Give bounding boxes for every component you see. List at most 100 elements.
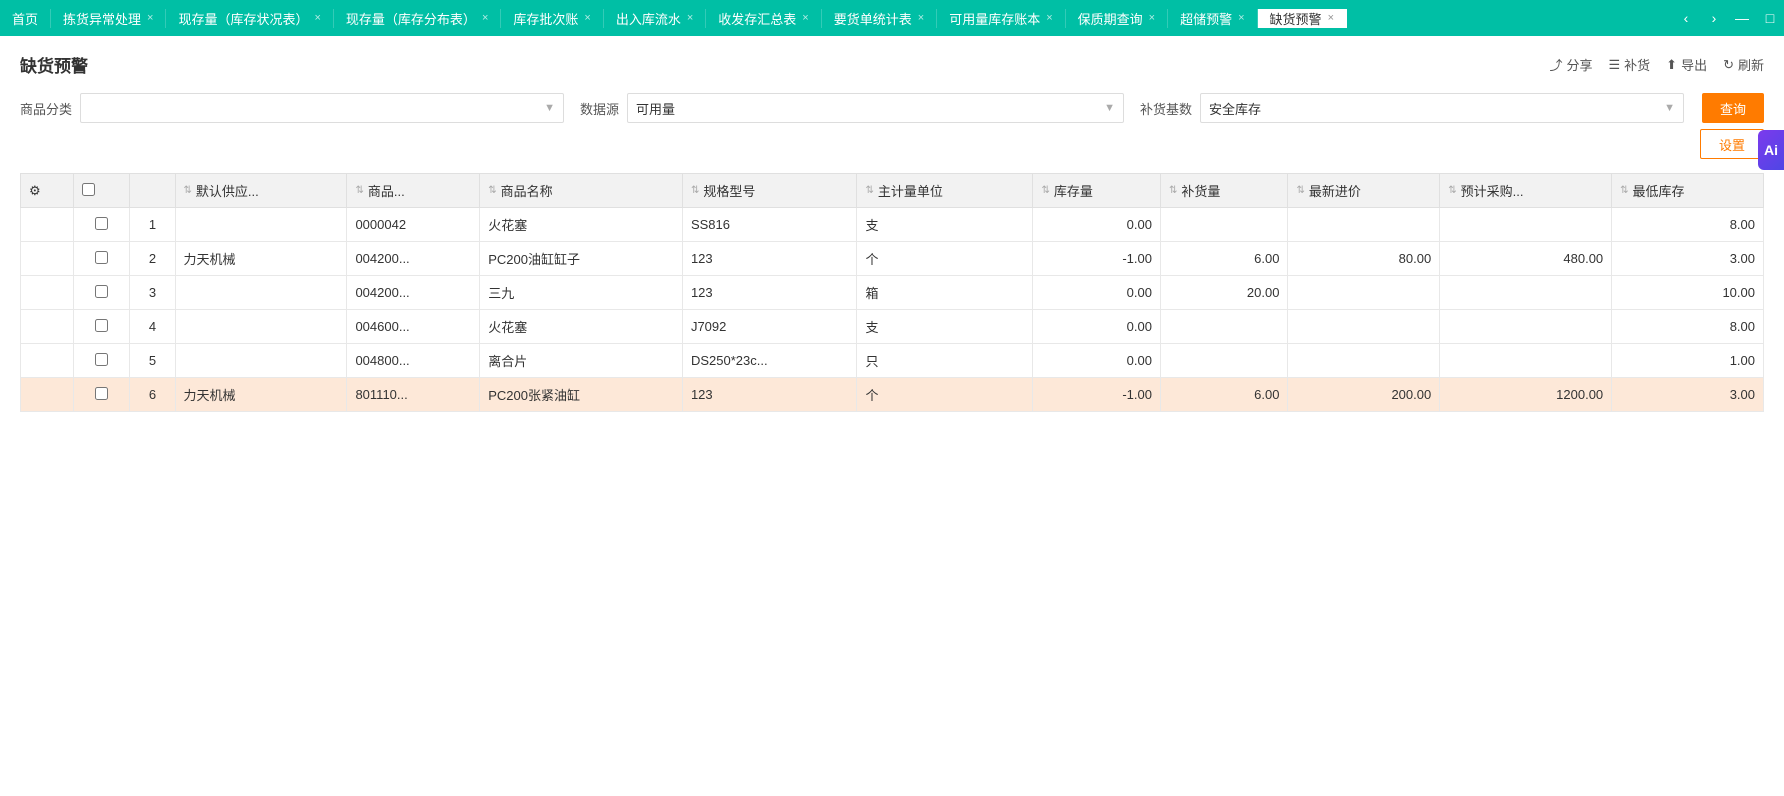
- close-tab-icon[interactable]: ×: [1328, 12, 1334, 24]
- datasource-select[interactable]: 可用量 ▼: [627, 93, 1124, 123]
- col-header-est_purchase[interactable]: ⇅预计采购...: [1440, 174, 1612, 208]
- nav-tab-home[interactable]: 首页: [0, 9, 51, 28]
- col-header-product_name[interactable]: ⇅商品名称: [480, 174, 683, 208]
- nav-tab-overstock-warn[interactable]: 超储预警 ×: [1168, 9, 1257, 28]
- nav-tab-batch-account[interactable]: 库存批次账×: [501, 9, 603, 28]
- row-index: 1: [130, 208, 175, 242]
- sort-icon-spec: ⇅: [691, 185, 699, 196]
- cell-min_stock: 3.00: [1612, 242, 1764, 276]
- col-header-stock_qty[interactable]: ⇅库存量: [1033, 174, 1161, 208]
- nav-tab-expiry-query[interactable]: 保质期查询×: [1066, 9, 1168, 28]
- col-label-default_supplier: 默认供应...: [196, 181, 259, 200]
- nav-tab-label: 要货单统计表: [834, 9, 912, 28]
- ai-button[interactable]: Ai: [1758, 130, 1784, 170]
- cell-replenish_qty: 20.00: [1160, 276, 1288, 310]
- share-button[interactable]: ⤴ 分享: [1549, 55, 1592, 74]
- sort-icon-latest_price: ⇅: [1296, 185, 1304, 196]
- col-header-replenish_qty[interactable]: ⇅ 补货量: [1160, 174, 1288, 208]
- nav-prev-button[interactable]: ‹: [1672, 0, 1700, 36]
- row-action-cell: [21, 310, 74, 344]
- row-checkbox-cell: [74, 208, 130, 242]
- cell-default_supplier: 力天机械: [175, 378, 347, 412]
- nav-next-button[interactable]: ›: [1700, 0, 1728, 36]
- cell-product_name: 离合片: [480, 344, 683, 378]
- table-row: 6力天机械801110...PC200张紧油缸123个-1.006.00200.…: [21, 378, 1764, 412]
- cell-replenish_qty: [1160, 344, 1288, 378]
- close-tab-icon[interactable]: ×: [918, 12, 924, 24]
- replenish-basis-dropdown-icon: ▼: [1664, 102, 1675, 114]
- row-checkbox[interactable]: [95, 353, 108, 366]
- cell-product_name: PC200油缸缸子: [480, 242, 683, 276]
- col-header-default_supplier[interactable]: ⇅默认供应...: [175, 174, 347, 208]
- close-tab-icon[interactable]: ×: [802, 12, 808, 24]
- cell-default_supplier: [175, 310, 347, 344]
- cell-replenish_qty: [1160, 310, 1288, 344]
- table-row: 4004600...火花塞J7092支0.008.00: [21, 310, 1764, 344]
- nav-tab-inout-flow[interactable]: 出入库流水×: [604, 9, 706, 28]
- nav-tab-label: 超储预警: [1180, 9, 1232, 28]
- row-index: 3: [130, 276, 175, 310]
- row-checkbox[interactable]: [95, 387, 108, 400]
- datasource-select-wrapper: 可用量 ▼: [627, 93, 1124, 123]
- row-index: 2: [130, 242, 175, 276]
- sort-icon-product_code: ⇅: [355, 185, 363, 196]
- col-header-min_stock[interactable]: ⇅最低库存: [1612, 174, 1764, 208]
- close-tab-icon[interactable]: ×: [1149, 12, 1155, 24]
- sort-icon-unit: ⇅: [865, 185, 873, 196]
- page-title: 缺货预警: [20, 52, 88, 77]
- nav-tab-label: 现存量（库存分布表）: [346, 9, 476, 28]
- close-tab-icon[interactable]: ×: [1238, 12, 1244, 24]
- col-label-replenish_qty: 补货量: [1181, 181, 1220, 200]
- row-checkbox[interactable]: [95, 319, 108, 332]
- close-tab-icon[interactable]: ×: [314, 12, 320, 24]
- refresh-button[interactable]: ↻ 刷新: [1723, 55, 1764, 74]
- nav-tab-label: 现存量（库存状况表）: [178, 9, 308, 28]
- nav-tab-available-ledger[interactable]: 可用量库存账本×: [937, 9, 1065, 28]
- cell-est_purchase: [1440, 344, 1612, 378]
- cell-stock_qty: -1.00: [1033, 378, 1161, 412]
- nav-tab-picking-exception[interactable]: 拣货异常处理×: [51, 9, 166, 28]
- category-select[interactable]: ▼: [80, 93, 564, 123]
- col-header-unit[interactable]: ⇅主计量单位: [857, 174, 1033, 208]
- page-header: 缺货预警 ⤴ 分享 ☰ 补货 ⬆ 导出 ↻ 刷新: [20, 52, 1764, 77]
- cell-spec: 123: [682, 276, 857, 310]
- settings-col-icon[interactable]: ⚙: [29, 183, 41, 198]
- replenish-button[interactable]: ☰ 补货: [1608, 55, 1650, 74]
- export-button[interactable]: ⬆ 导出: [1666, 55, 1707, 74]
- nav-maximize-button[interactable]: □: [1756, 0, 1784, 36]
- nav-tab-receive-summary[interactable]: 收发存汇总表×: [706, 9, 821, 28]
- row-index: 4: [130, 310, 175, 344]
- nav-tab-inventory-dist[interactable]: 现存量（库存分布表） ×: [334, 9, 501, 28]
- row-checkbox[interactable]: [95, 251, 108, 264]
- close-tab-icon[interactable]: ×: [147, 12, 153, 24]
- nav-tab-inventory-status[interactable]: 现存量（库存状况表） ×: [166, 9, 333, 28]
- refresh-icon: ↻: [1723, 57, 1734, 73]
- row-action-cell: [21, 378, 74, 412]
- nav-minimize-button[interactable]: —: [1728, 0, 1756, 36]
- cell-est_purchase: [1440, 208, 1612, 242]
- cell-min_stock: 8.00: [1612, 208, 1764, 242]
- row-checkbox[interactable]: [95, 217, 108, 230]
- close-tab-icon[interactable]: ×: [687, 12, 693, 24]
- cell-est_purchase: [1440, 310, 1612, 344]
- sort-icon-replenish_qty: ⇅: [1169, 185, 1177, 196]
- nav-tab-shortage-warn[interactable]: 缺货预警×: [1258, 9, 1347, 28]
- col-header-spec[interactable]: ⇅规格型号: [682, 174, 857, 208]
- table-container: ⚙⇅默认供应...⇅商品...⇅商品名称⇅规格型号⇅主计量单位⇅库存量⇅补货量⇅…: [20, 173, 1764, 412]
- nav-tab-label: 首页: [12, 9, 38, 28]
- select-all-checkbox[interactable]: [82, 183, 95, 196]
- col-header-latest_price[interactable]: ⇅最新进价: [1288, 174, 1440, 208]
- nav-tab-order-stats[interactable]: 要货单统计表 ×: [822, 9, 937, 28]
- close-tab-icon[interactable]: ×: [584, 12, 590, 24]
- close-tab-icon[interactable]: ×: [1046, 12, 1052, 24]
- cell-spec: 123: [682, 242, 857, 276]
- row-checkbox-cell: [74, 242, 130, 276]
- settings-button[interactable]: 设置: [1700, 129, 1764, 159]
- close-tab-icon[interactable]: ×: [482, 12, 488, 24]
- replenish-basis-select[interactable]: 安全库存 ▼: [1200, 93, 1684, 123]
- col-header-product_code[interactable]: ⇅商品...: [347, 174, 480, 208]
- nav-arrows: ‹ › — □: [1672, 0, 1784, 36]
- row-checkbox[interactable]: [95, 285, 108, 298]
- query-button[interactable]: 查询: [1702, 93, 1764, 123]
- replenish-basis-filter: 补货基数 安全库存 ▼: [1140, 93, 1684, 123]
